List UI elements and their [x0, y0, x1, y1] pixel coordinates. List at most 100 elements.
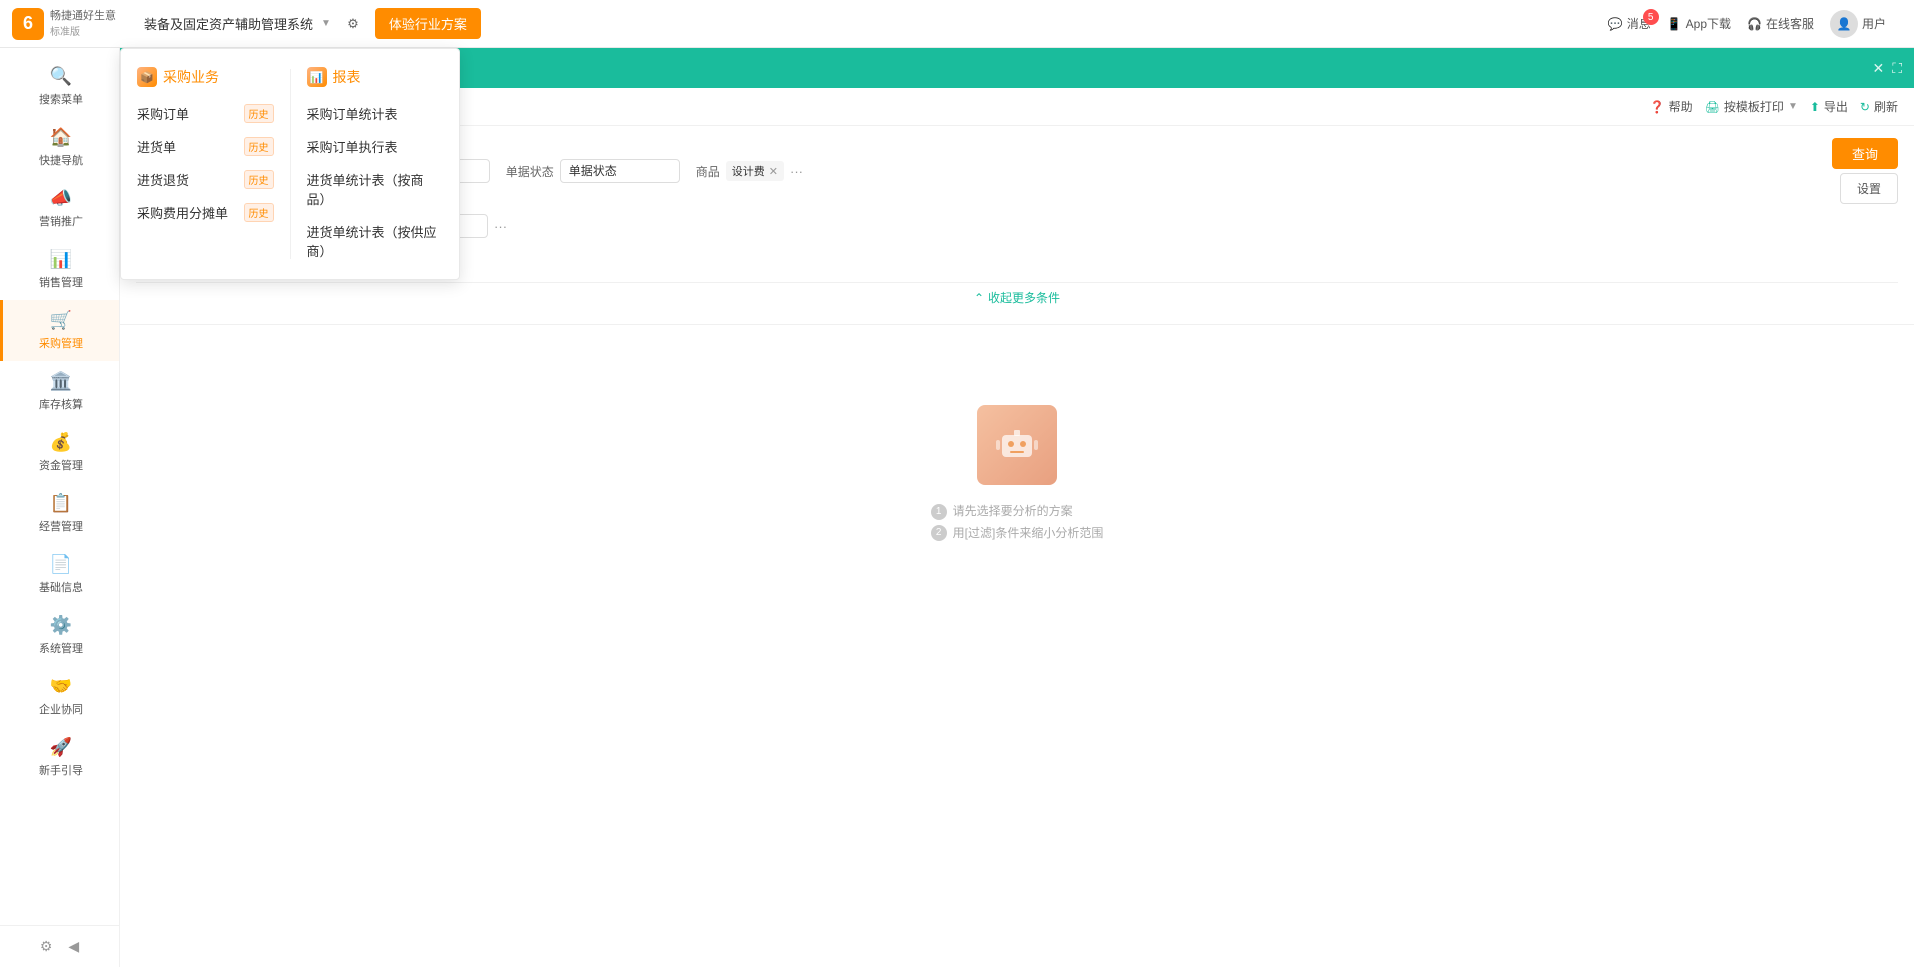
marketing-icon: 📣 — [50, 188, 72, 209]
menu-item-order-stats-label: 采购订单统计表 — [307, 104, 398, 123]
industry-btn[interactable]: 体验行业方案 — [375, 8, 481, 39]
user-action[interactable]: 👤 用户 — [1830, 10, 1886, 38]
menu-item-order-exec[interactable]: 采购订单执行表 — [299, 130, 452, 163]
report-title: 报表 — [333, 67, 361, 87]
sidebar-item-quick-nav[interactable]: 🏠 快捷导航 — [0, 117, 119, 178]
hint-num-2: 2 — [931, 525, 947, 541]
goods-tag-value: 设计费 — [732, 163, 765, 179]
app-download-action[interactable]: 📱 App下载 — [1667, 15, 1731, 32]
logo-text: 畅捷通好生意 — [50, 9, 116, 23]
purchase-business-header: 📦 采购业务 — [129, 61, 282, 97]
tab-bar-close-icon[interactable]: ✕ — [1872, 60, 1884, 77]
sidebar-item-operations[interactable]: 📋 经营管理 — [0, 483, 119, 544]
purchase-icon: 🛒 — [50, 310, 72, 331]
collapse-arrow-icon: ⌃ — [974, 291, 984, 305]
logo-area: 6 畅捷通好生意 标准版 — [12, 8, 132, 40]
sidebar: 🔍 搜索菜单 🏠 快捷导航 📣 营销推广 📊 销售管理 🛒 采购管理 🏛️ 库存… — [0, 48, 120, 967]
top-header: 6 畅捷通好生意 标准版 装备及固定资产辅助管理系统 ▼ ⚙ 体验行业方案 💬 … — [0, 0, 1914, 48]
basic-info-icon: 📄 — [50, 554, 72, 575]
query-buttons: 查询 设置 — [1832, 138, 1898, 204]
menu-item-inbound-badge: 历史 — [244, 137, 274, 156]
inventory-icon: 🏛️ — [50, 371, 72, 392]
purchase-business-icon: 📦 — [137, 67, 157, 87]
menu-item-order-stats[interactable]: 采购订单统计表 — [299, 97, 452, 130]
sidebar-item-finance-label: 资金管理 — [39, 457, 83, 473]
print-label: 按模板打印 — [1724, 98, 1784, 115]
logo-icon: 6 — [12, 8, 44, 40]
salesperson-more-btn[interactable]: ··· — [494, 219, 507, 234]
settings-icon-btn[interactable]: ⚙ — [339, 10, 367, 38]
sidebar-item-guide[interactable]: 🚀 新手引导 — [0, 727, 119, 788]
user-label: 用户 — [1862, 15, 1886, 32]
sidebar-item-enterprise[interactable]: 🤝 企业协同 — [0, 666, 119, 727]
goods-more-btn[interactable]: ··· — [790, 164, 803, 179]
sidebar-item-sales[interactable]: 📊 销售管理 — [0, 239, 119, 300]
menu-item-inbound-label: 进货单 — [137, 137, 176, 156]
sidebar-item-basic-info[interactable]: 📄 基础信息 — [0, 544, 119, 605]
collapse-label: 收起更多条件 — [988, 289, 1060, 306]
sidebar-item-enterprise-label: 企业协同 — [39, 701, 83, 717]
menu-item-return[interactable]: 进货退货 历史 — [129, 163, 282, 196]
refresh-action[interactable]: ↻ 刷新 — [1860, 98, 1898, 115]
tab-bar-right: ✕ ⛶ — [1872, 60, 1914, 77]
query-btn[interactable]: 查询 — [1832, 138, 1898, 169]
refresh-icon: ↻ — [1860, 100, 1870, 114]
sidebar-collapse-icon[interactable]: ◀ — [68, 938, 79, 955]
menu-item-inbound[interactable]: 进货单 历史 — [129, 130, 282, 163]
online-service-action[interactable]: 🎧 在线客服 — [1747, 15, 1814, 32]
sales-icon: 📊 — [50, 249, 72, 270]
refresh-label: 刷新 — [1874, 98, 1898, 115]
menu-item-expense-badge: 历史 — [244, 203, 274, 222]
sidebar-item-purchase[interactable]: 🛒 采购管理 — [0, 300, 119, 361]
sidebar-item-search[interactable]: 🔍 搜索菜单 — [0, 56, 119, 117]
menu-item-expense[interactable]: 采购费用分摊单 历史 — [129, 196, 282, 229]
tab-bar-maximize-icon[interactable]: ⛶ — [1892, 60, 1902, 77]
menu-item-return-badge: 历史 — [244, 170, 274, 189]
sidebar-item-inventory[interactable]: 🏛️ 库存核算 — [0, 361, 119, 422]
menu-item-inbound-stats-supplier-label: 进货单统计表（按供应商） — [307, 222, 444, 260]
report-column: 📊 报表 采购订单统计表 采购订单执行表 进货单统计表（按商品） 进货单统计表（… — [291, 61, 460, 267]
help-action[interactable]: ❓ 帮助 — [1650, 98, 1693, 115]
enterprise-icon: 🤝 — [50, 676, 72, 697]
help-icon: ❓ — [1650, 100, 1665, 114]
menu-item-purchase-order-badge: 历史 — [244, 104, 274, 123]
report-icon: 📊 — [307, 67, 327, 87]
sidebar-item-operations-label: 经营管理 — [39, 518, 83, 534]
hint-num-1: 1 — [931, 504, 947, 520]
sidebar-item-sales-label: 销售管理 — [39, 274, 83, 290]
empty-illustration — [967, 405, 1067, 485]
avatar: 👤 — [1830, 10, 1858, 38]
menu-item-purchase-order[interactable]: 采购订单 历史 — [129, 97, 282, 130]
sidebar-settings-icon[interactable]: ⚙ — [40, 938, 53, 955]
sidebar-item-system[interactable]: ⚙️ 系统管理 — [0, 605, 119, 666]
online-service-label: 在线客服 — [1766, 15, 1814, 32]
message-action[interactable]: 💬 消息 5 — [1608, 15, 1651, 32]
menu-item-inbound-stats-supplier[interactable]: 进货单统计表（按供应商） — [299, 215, 452, 267]
sidebar-item-purchase-label: 采购管理 — [39, 335, 83, 351]
sidebar-item-basicinfo-label: 基础信息 — [39, 579, 83, 595]
menu-item-order-exec-label: 采购订单执行表 — [307, 137, 398, 156]
system-dropdown-arrow[interactable]: ▼ — [321, 18, 331, 29]
hint-text-1: 请先选择要分析的方案 — [953, 501, 1073, 523]
print-dropdown-icon[interactable]: ▼ — [1788, 101, 1798, 112]
print-action[interactable]: 🖨 按模板打印 ▼ — [1705, 98, 1798, 115]
sidebar-item-finance[interactable]: 💰 资金管理 — [0, 422, 119, 483]
hint-item-2: 2 用[过滤]条件来缩小分析范围 — [931, 523, 1104, 545]
export-action[interactable]: ⬆ 导出 — [1810, 98, 1848, 115]
help-label: 帮助 — [1669, 98, 1693, 115]
system-title: 装备及固定资产辅助管理系统 — [144, 14, 313, 33]
sidebar-item-search-label: 搜索菜单 — [39, 91, 83, 107]
print-icon: 🖨 — [1705, 100, 1720, 114]
headset-icon: 🎧 — [1747, 17, 1762, 31]
sidebar-item-marketing-label: 营销推广 — [39, 213, 83, 229]
purchase-dropdown-menu: 📦 采购业务 采购订单 历史 进货单 历史 进货退货 历史 采购费用分摊单 历史 — [120, 48, 460, 280]
voucher-status-select[interactable]: 单据状态 — [560, 159, 680, 183]
sidebar-item-system-label: 系统管理 — [39, 640, 83, 656]
goods-tag-close[interactable]: ✕ — [769, 165, 778, 178]
collapse-btn[interactable]: ⌃ 收起更多条件 — [136, 283, 1898, 312]
hint-text-2: 用[过滤]条件来缩小分析范围 — [953, 523, 1104, 545]
settings-btn[interactable]: 设置 — [1840, 173, 1898, 204]
sidebar-item-marketing[interactable]: 📣 营销推广 — [0, 178, 119, 239]
menu-item-inbound-stats-goods[interactable]: 进货单统计表（按商品） — [299, 163, 452, 215]
purchase-business-title: 采购业务 — [163, 67, 219, 87]
